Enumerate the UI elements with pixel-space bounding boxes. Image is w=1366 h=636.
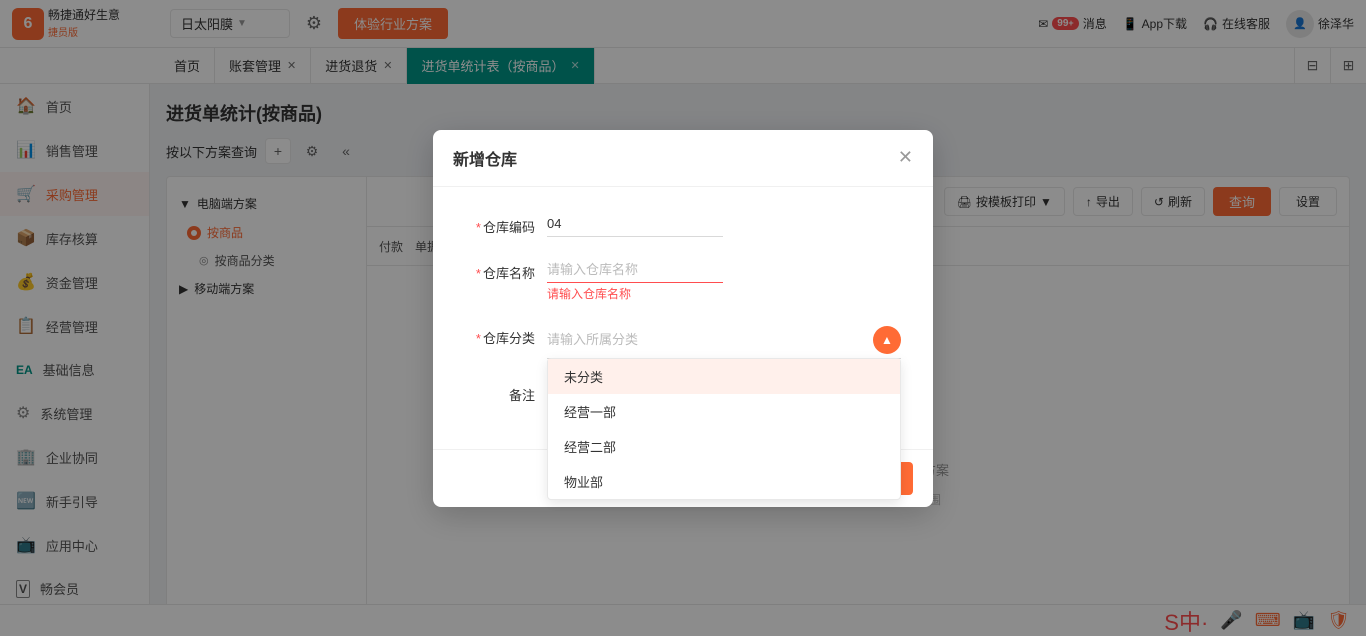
required-star2: * xyxy=(476,266,481,281)
modal-body: *仓库编码 *仓库名称 请输入仓库名称 *仓库分类 xyxy=(433,187,933,449)
required-star: * xyxy=(476,220,481,235)
category-input-row: ▲ xyxy=(547,322,901,359)
code-label: *仓库编码 xyxy=(465,211,535,236)
code-field-wrap xyxy=(547,211,901,237)
category-wrap: ▲ 未分类 经营一部 经营二部 物业部 xyxy=(547,322,901,359)
name-input[interactable] xyxy=(547,257,723,283)
category-input[interactable] xyxy=(547,331,873,348)
dropdown-item-1[interactable]: 经营一部 xyxy=(548,394,900,429)
name-row: *仓库名称 请输入仓库名称 xyxy=(465,257,901,302)
modal-overlay[interactable]: 新增仓库 ✕ *仓库编码 *仓库名称 请输入仓库名称 xyxy=(0,0,1366,636)
dropdown-item-2[interactable]: 经营二部 xyxy=(548,429,900,464)
required-star3: * xyxy=(476,331,481,346)
name-field-wrap: 请输入仓库名称 xyxy=(547,257,901,302)
modal-header: 新增仓库 ✕ xyxy=(433,130,933,187)
code-input[interactable] xyxy=(547,211,723,237)
name-error: 请输入仓库名称 xyxy=(547,285,901,302)
name-label: *仓库名称 xyxy=(465,257,535,282)
dropdown-item-3[interactable]: 物业部 xyxy=(548,464,900,499)
dropdown-item-0[interactable]: 未分类 xyxy=(548,359,900,394)
category-dropdown: 未分类 经营一部 经营二部 物业部 xyxy=(547,358,901,500)
category-row: *仓库分类 ▲ 未分类 经营一部 经营二部 物业部 xyxy=(465,322,901,359)
new-warehouse-modal: 新增仓库 ✕ *仓库编码 *仓库名称 请输入仓库名称 xyxy=(433,130,933,507)
remark-label: 备注 xyxy=(465,379,535,404)
category-label: *仓库分类 xyxy=(465,322,535,347)
modal-close-btn[interactable]: ✕ xyxy=(898,147,913,168)
category-toggle-btn[interactable]: ▲ xyxy=(873,326,901,354)
code-row: *仓库编码 xyxy=(465,211,901,237)
modal-title: 新增仓库 xyxy=(453,146,517,170)
